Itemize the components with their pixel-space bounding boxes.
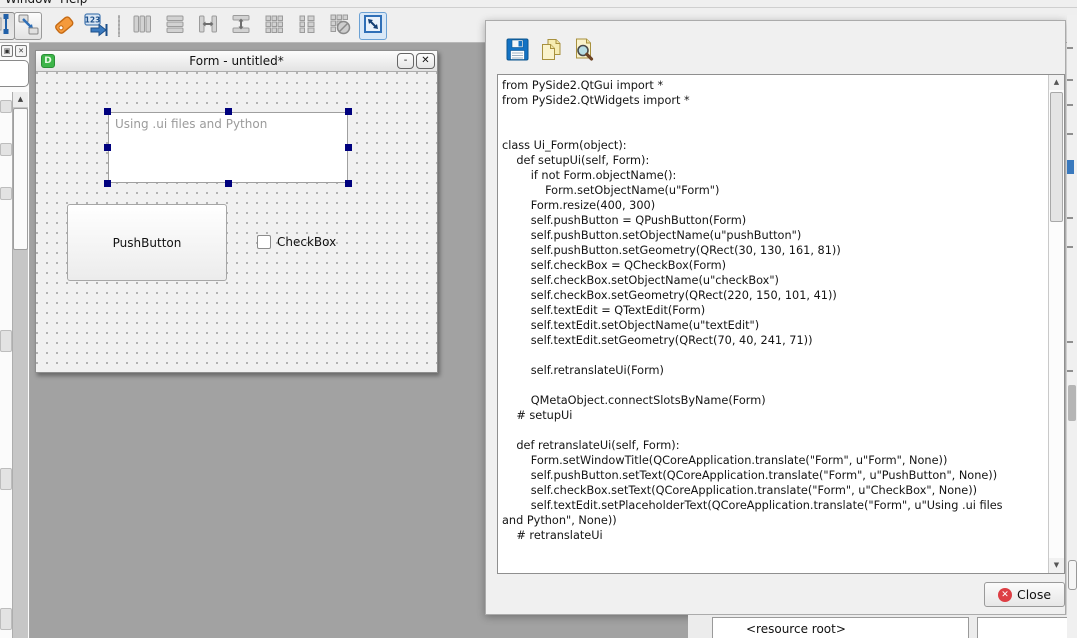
sliver-mark	[1067, 370, 1073, 372]
close-icon: ✕	[998, 588, 1012, 602]
resource-tree[interactable]: <resource root>	[712, 617, 969, 638]
widget-box-item[interactable]	[0, 330, 12, 352]
resource-root-item[interactable]: <resource root>	[713, 618, 968, 636]
layout-form-icon	[295, 12, 319, 40]
widget-box-item[interactable]	[0, 608, 12, 630]
edit-widgets-button[interactable]	[0, 12, 15, 40]
widget-box-item[interactable]	[0, 100, 12, 113]
checkbox-label: CheckBox	[277, 235, 336, 249]
widget-box-item[interactable]	[0, 187, 12, 200]
dock-close-button[interactable]: ✕	[15, 45, 27, 57]
layout-form-button[interactable]	[293, 12, 321, 40]
save-icon	[504, 47, 530, 66]
find-icon	[570, 47, 596, 66]
layout-horizontal-button[interactable]	[128, 12, 156, 40]
scroll-up-icon[interactable]: ▲	[1049, 75, 1064, 90]
sliver-mark	[1067, 47, 1073, 49]
widget-filter-input[interactable]	[0, 60, 29, 87]
selection-handle[interactable]	[225, 108, 232, 115]
form-close-button[interactable]: ✕	[416, 53, 435, 69]
widget-box-panel: ▣ ✕ ▲	[0, 43, 30, 638]
edit-buddies-icon	[51, 11, 77, 41]
textedit-widget[interactable]: Using .ui files and Python	[108, 112, 348, 183]
code-view[interactable]: from PySide2.QtGui import * from PySide2…	[497, 74, 1065, 574]
qt-designer-window: Window Help	[0, 0, 1077, 638]
layout-horizontal-splitter-button[interactable]	[194, 12, 222, 40]
sliver-mark	[1067, 133, 1073, 135]
menu-window[interactable]: Window	[5, 0, 52, 6]
adjust-size-button[interactable]	[359, 12, 387, 40]
form-minimize-button[interactable]: -	[397, 53, 414, 69]
checkbox-widget[interactable]: CheckBox	[257, 235, 336, 249]
widget-box-item[interactable]	[0, 468, 12, 490]
edit-widgets-icon	[0, 12, 13, 40]
layout-grid-button[interactable]	[260, 12, 288, 40]
layout-vertical-splitter-button[interactable]	[227, 12, 255, 40]
selection-handle[interactable]	[345, 180, 352, 187]
form-editor-window: D Form - untitled* - ✕ Using .ui files a…	[35, 50, 438, 373]
break-layout-icon	[328, 12, 352, 40]
edit-tab-order-button[interactable]: 123	[82, 12, 110, 40]
selection-handle[interactable]	[345, 144, 352, 151]
selection-handle[interactable]	[104, 108, 111, 115]
resource-list[interactable]	[977, 617, 1077, 638]
edit-signals-slots-button[interactable]	[14, 12, 42, 40]
sliver-mark	[1067, 341, 1073, 343]
save-button[interactable]	[504, 36, 530, 62]
copy-icon	[538, 47, 564, 66]
sliver-mark	[1067, 246, 1073, 248]
close-button[interactable]: ✕ Close	[984, 582, 1065, 607]
scroll-down-icon[interactable]: ▼	[1049, 558, 1064, 573]
edit-tab-order-icon: 123	[83, 11, 109, 41]
generated-python-code[interactable]: from PySide2.QtGui import * from PySide2…	[502, 78, 1047, 543]
form-window-title: Form - untitled*	[36, 54, 437, 68]
menu-bar: Window Help	[0, 0, 1077, 8]
pushbutton-widget[interactable]: PushButton	[67, 204, 227, 281]
sliver-selected-row	[1067, 160, 1074, 174]
sliver-mark	[1067, 217, 1073, 219]
dock-close-icon: ✕	[18, 47, 24, 55]
dock-float-icon: ▣	[4, 47, 11, 55]
edit-buddies-button[interactable]	[50, 12, 78, 40]
menu-help[interactable]: Help	[60, 0, 87, 6]
layout-horizontal-icon	[130, 12, 154, 40]
code-scrollbar[interactable]: ▲ ▼	[1048, 75, 1064, 573]
selection-handle[interactable]	[345, 108, 352, 115]
edit-signals-slots-icon	[16, 12, 40, 40]
copy-button[interactable]	[538, 36, 564, 62]
close-button-label: Close	[1017, 587, 1051, 602]
selection-handle[interactable]	[104, 180, 111, 187]
break-layout-button[interactable]	[326, 12, 354, 40]
widget-box-item[interactable]	[0, 143, 12, 156]
sliver-mark	[1067, 104, 1073, 106]
resource-browser-dock: <resource root>	[688, 615, 1077, 638]
toolbar-separator	[118, 15, 120, 37]
textedit-placeholder: Using .ui files and Python	[109, 113, 347, 135]
scroll-up-icon[interactable]: ▲	[13, 92, 28, 107]
sliver-scroll-thumb[interactable]	[1068, 385, 1076, 421]
checkbox-box[interactable]	[257, 235, 271, 249]
find-button[interactable]	[570, 36, 596, 62]
layout-vertical-icon	[163, 12, 187, 40]
code-scroll-thumb[interactable]	[1050, 92, 1063, 222]
svg-text:123: 123	[85, 16, 101, 25]
form-window-titlebar[interactable]: D Form - untitled* - ✕	[36, 51, 437, 72]
dock-float-button[interactable]: ▣	[1, 45, 13, 57]
layout-grid-icon	[262, 12, 286, 40]
layout-horizontal-splitter-icon	[196, 12, 220, 40]
layout-vertical-button[interactable]	[161, 12, 189, 40]
adjust-size-icon	[361, 12, 385, 40]
form-canvas[interactable]: Using .ui files and Python PushButton Ch…	[36, 72, 437, 372]
sliver-mark	[1067, 79, 1073, 81]
selection-handle[interactable]	[104, 144, 111, 151]
property-panel-sliver	[1067, 15, 1077, 638]
layout-vertical-splitter-icon	[229, 12, 253, 40]
widget-box-scrollbar[interactable]: ▲	[12, 92, 28, 638]
widget-box-scroll-thumb[interactable]	[13, 108, 28, 250]
view-code-dialog: from PySide2.QtGui import * from PySide2…	[485, 20, 1066, 615]
sliver-button[interactable]	[1068, 560, 1077, 590]
selection-handle[interactable]	[225, 180, 232, 187]
